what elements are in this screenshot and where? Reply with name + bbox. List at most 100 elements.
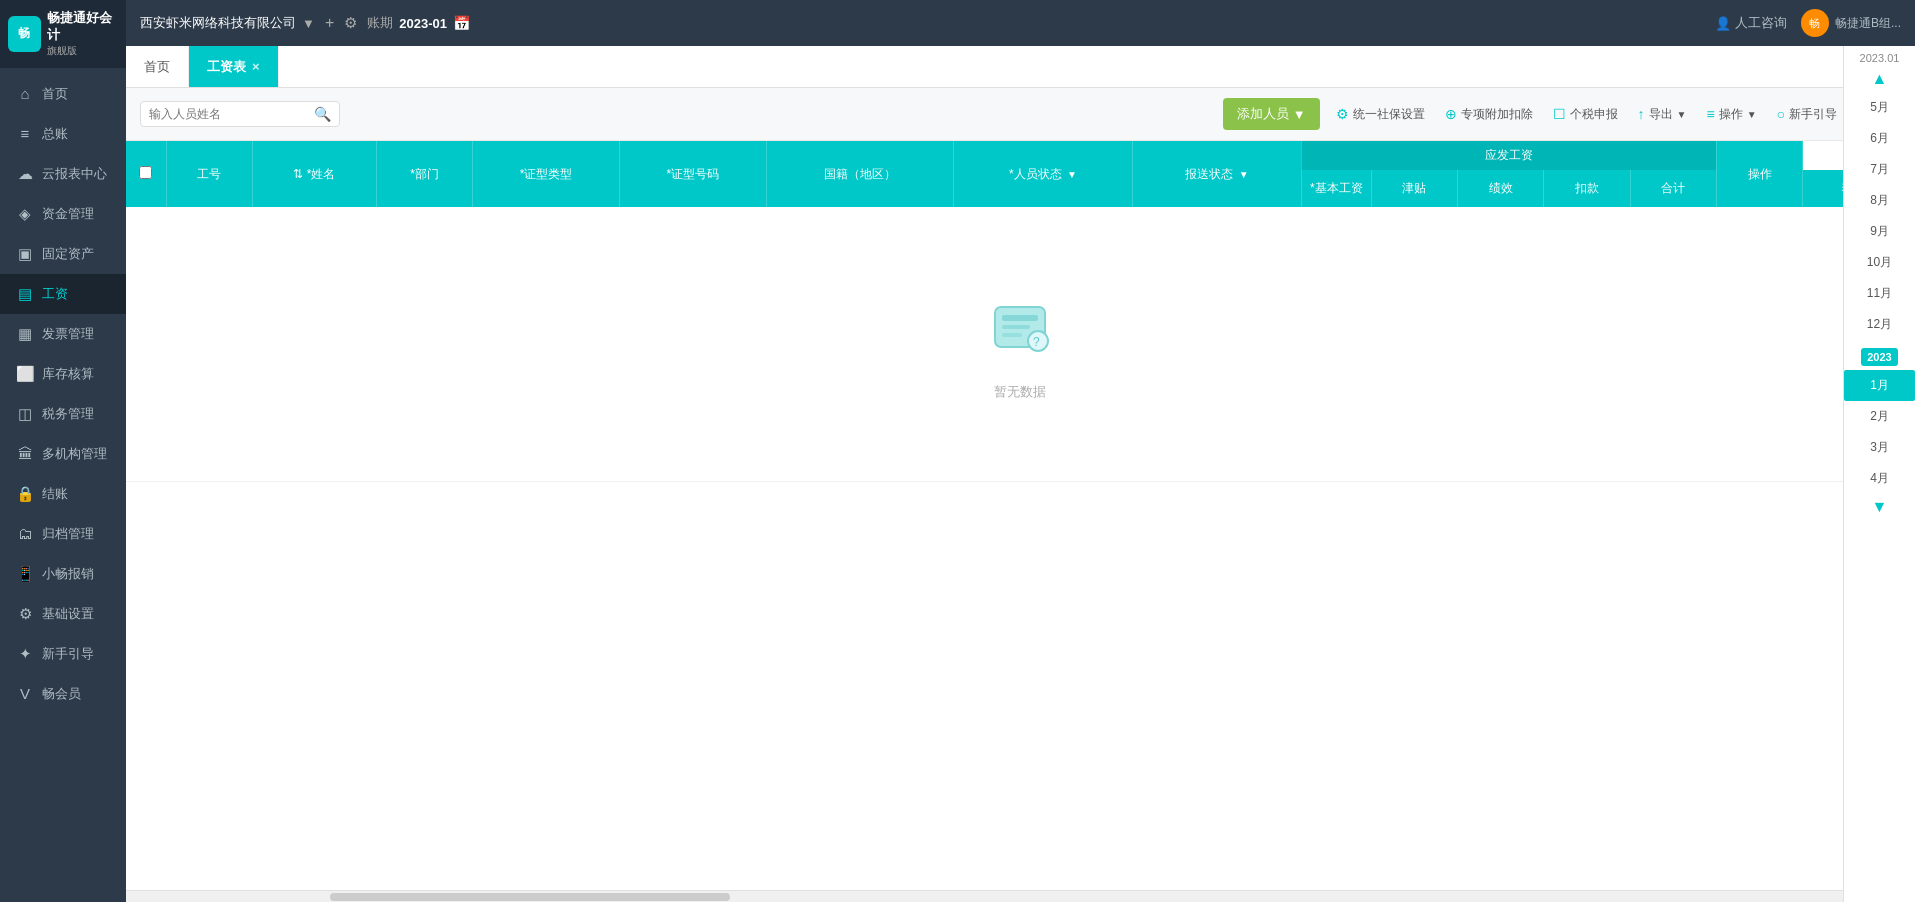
empty-icon: ? [980, 287, 1060, 367]
scroll-down-btn[interactable]: ▼ [1868, 494, 1892, 520]
sidebar-item-cloud-label: 云报表中心 [42, 165, 107, 183]
month-2[interactable]: 2月 [1844, 401, 1915, 432]
tab-payroll-label: 工资表 [207, 58, 246, 76]
sidebar-item-invoice[interactable]: ▦ 发票管理 [0, 314, 126, 354]
topbar-right: 👤 人工咨询 畅 畅捷通B组... [1715, 9, 1901, 37]
table-wrap: 工号 ⇅ *姓名 *部门 *证型类型 *证型号码 国籍（地区） *人员状态 ▼ … [126, 141, 1915, 890]
ai-consult-btn[interactable]: 👤 人工咨询 [1715, 14, 1787, 32]
sidebar-item-expense[interactable]: 📱 小畅报销 [0, 554, 126, 594]
sidebar-item-fund[interactable]: ◈ 资金管理 [0, 194, 126, 234]
tab-home[interactable]: 首页 [126, 46, 189, 87]
topbar: 西安虾米网络科技有限公司 ▼ + ⚙ 账期 2023-01 📅 👤 人工咨询 畅… [126, 0, 1915, 46]
tax-icon: ◫ [16, 405, 34, 423]
social-security-btn[interactable]: ⚙ 统一社保设置 [1332, 106, 1429, 123]
ai-consult-label: 人工咨询 [1735, 14, 1787, 32]
svg-rect-1 [1002, 315, 1038, 321]
export-btn[interactable]: ↑ 导出 ▼ [1634, 106, 1691, 123]
month-7[interactable]: 7月 [1844, 154, 1915, 185]
sidebar-item-ledger[interactable]: ≡ 总账 [0, 114, 126, 154]
app-name: 畅捷通好会计 [47, 10, 118, 44]
tax-report-btn[interactable]: ☐ 个税申报 [1549, 106, 1622, 123]
special-deduct-label: 专项附加扣除 [1461, 106, 1533, 123]
ledger-icon: ≡ [16, 125, 34, 142]
ai-consult-icon: 👤 [1715, 16, 1731, 31]
status-filter-icon[interactable]: ▼ [1067, 169, 1077, 180]
search-input[interactable] [149, 107, 308, 121]
right-panel: 2023.01 ▲ 5月 6月 7月 8月 9月 10月 11月 12月 202… [1843, 46, 1915, 902]
search-icon: 🔍 [314, 106, 331, 122]
sidebar-item-close-label: 结账 [42, 485, 68, 503]
sidebar-item-inventory[interactable]: ⬜ 库存核算 [0, 354, 126, 394]
scroll-up-btn[interactable]: ▲ [1868, 66, 1892, 92]
sidebar-item-assets-label: 固定资产 [42, 245, 94, 263]
month-5[interactable]: 5月 [1844, 92, 1915, 123]
right-panel-header: 2023.01 [1860, 46, 1900, 66]
select-all-header [126, 141, 166, 207]
sidebar-item-cloud-report[interactable]: ☁ 云报表中心 [0, 154, 126, 194]
topbar-add-icon[interactable]: + [325, 14, 334, 32]
month-3[interactable]: 3月 [1844, 432, 1915, 463]
sidebar-item-archive-label: 归档管理 [42, 525, 94, 543]
guide-action-btn[interactable]: ○ 新手引导 [1773, 106, 1841, 123]
payroll-icon: ▤ [16, 285, 34, 303]
sidebar: 畅 畅捷通好会计 旗舰版 ⌂ 首页 ≡ 总账 ☁ 云报表中心 ◈ 资金管理 ▣ … [0, 0, 126, 902]
report-filter-icon[interactable]: ▼ [1239, 169, 1249, 180]
period-label: 账期 [367, 14, 393, 32]
sidebar-item-ledger-label: 总账 [42, 125, 68, 143]
sidebar-item-inventory-label: 库存核算 [42, 365, 94, 383]
month-6[interactable]: 6月 [1844, 123, 1915, 154]
select-all-checkbox[interactable] [139, 166, 152, 179]
sidebar-item-home-label: 首页 [42, 85, 68, 103]
empty-text: 暂无数据 [994, 383, 1046, 401]
month-1[interactable]: 1月 [1844, 370, 1915, 401]
topbar-settings-icon[interactable]: ⚙ [344, 14, 357, 32]
period-display: 账期 2023-01 📅 [367, 14, 470, 32]
table-scrollbar[interactable] [126, 890, 1915, 902]
tax-report-label: 个税申报 [1570, 106, 1618, 123]
content-area: 首页 工资表 × 🔍 添加人员 ▼ ⚙ 统一社保设置 [126, 46, 1915, 902]
sidebar-item-close[interactable]: 🔒 结账 [0, 474, 126, 514]
operations-icon: ≡ [1706, 106, 1714, 122]
add-person-label: 添加人员 [1237, 105, 1289, 123]
expense-icon: 📱 [16, 565, 34, 583]
month-10[interactable]: 10月 [1844, 247, 1915, 278]
vip-icon: V [16, 685, 34, 702]
sidebar-item-multi-org[interactable]: 🏛 多机构管理 [0, 434, 126, 474]
calendar-icon[interactable]: 📅 [453, 15, 470, 31]
sidebar-item-assets[interactable]: ▣ 固定资产 [0, 234, 126, 274]
total-header: 合计 [1630, 170, 1716, 207]
month-9[interactable]: 9月 [1844, 216, 1915, 247]
company-dropdown-icon: ▼ [302, 16, 315, 31]
sidebar-item-guide[interactable]: ✦ 新手引导 [0, 634, 126, 674]
month-11[interactable]: 11月 [1844, 278, 1915, 309]
sidebar-item-settings[interactable]: ⚙ 基础设置 [0, 594, 126, 634]
year-label: 2023 [1861, 348, 1897, 366]
sidebar-item-vip-label: 畅会员 [42, 685, 81, 703]
sidebar-item-payroll[interactable]: ▤ 工资 [0, 274, 126, 314]
special-deduct-btn[interactable]: ⊕ 专项附加扣除 [1441, 106, 1537, 123]
allowance-header: 津贴 [1371, 170, 1457, 207]
app-edition: 旗舰版 [47, 44, 118, 58]
month-12[interactable]: 12月 [1844, 309, 1915, 340]
sidebar-item-guide-label: 新手引导 [42, 645, 94, 663]
archive-icon: 🗂 [16, 525, 34, 542]
tab-close-icon[interactable]: × [252, 59, 260, 74]
operations-btn[interactable]: ≡ 操作 ▼ [1702, 106, 1760, 123]
org-icon: 🏛 [16, 445, 34, 462]
month-4[interactable]: 4月 [1844, 463, 1915, 494]
company-selector[interactable]: 西安虾米网络科技有限公司 ▼ [140, 14, 315, 32]
month-8[interactable]: 8月 [1844, 185, 1915, 216]
add-person-button[interactable]: 添加人员 ▼ [1223, 98, 1320, 130]
svg-text:?: ? [1033, 335, 1040, 349]
id-type-header: *证型类型 [473, 141, 620, 207]
scroll-thumb[interactable] [330, 893, 730, 901]
tab-payroll[interactable]: 工资表 × [189, 46, 279, 87]
sidebar-item-vip[interactable]: V 畅会员 [0, 674, 126, 714]
svg-rect-2 [1002, 325, 1030, 329]
status-header: *人员状态 ▼ [954, 141, 1133, 207]
sidebar-item-archive[interactable]: 🗂 归档管理 [0, 514, 126, 554]
sidebar-item-home[interactable]: ⌂ 首页 [0, 74, 126, 114]
special-deduct-icon: ⊕ [1445, 106, 1457, 122]
sidebar-item-tax[interactable]: ◫ 税务管理 [0, 394, 126, 434]
guide-icon: ✦ [16, 645, 34, 663]
